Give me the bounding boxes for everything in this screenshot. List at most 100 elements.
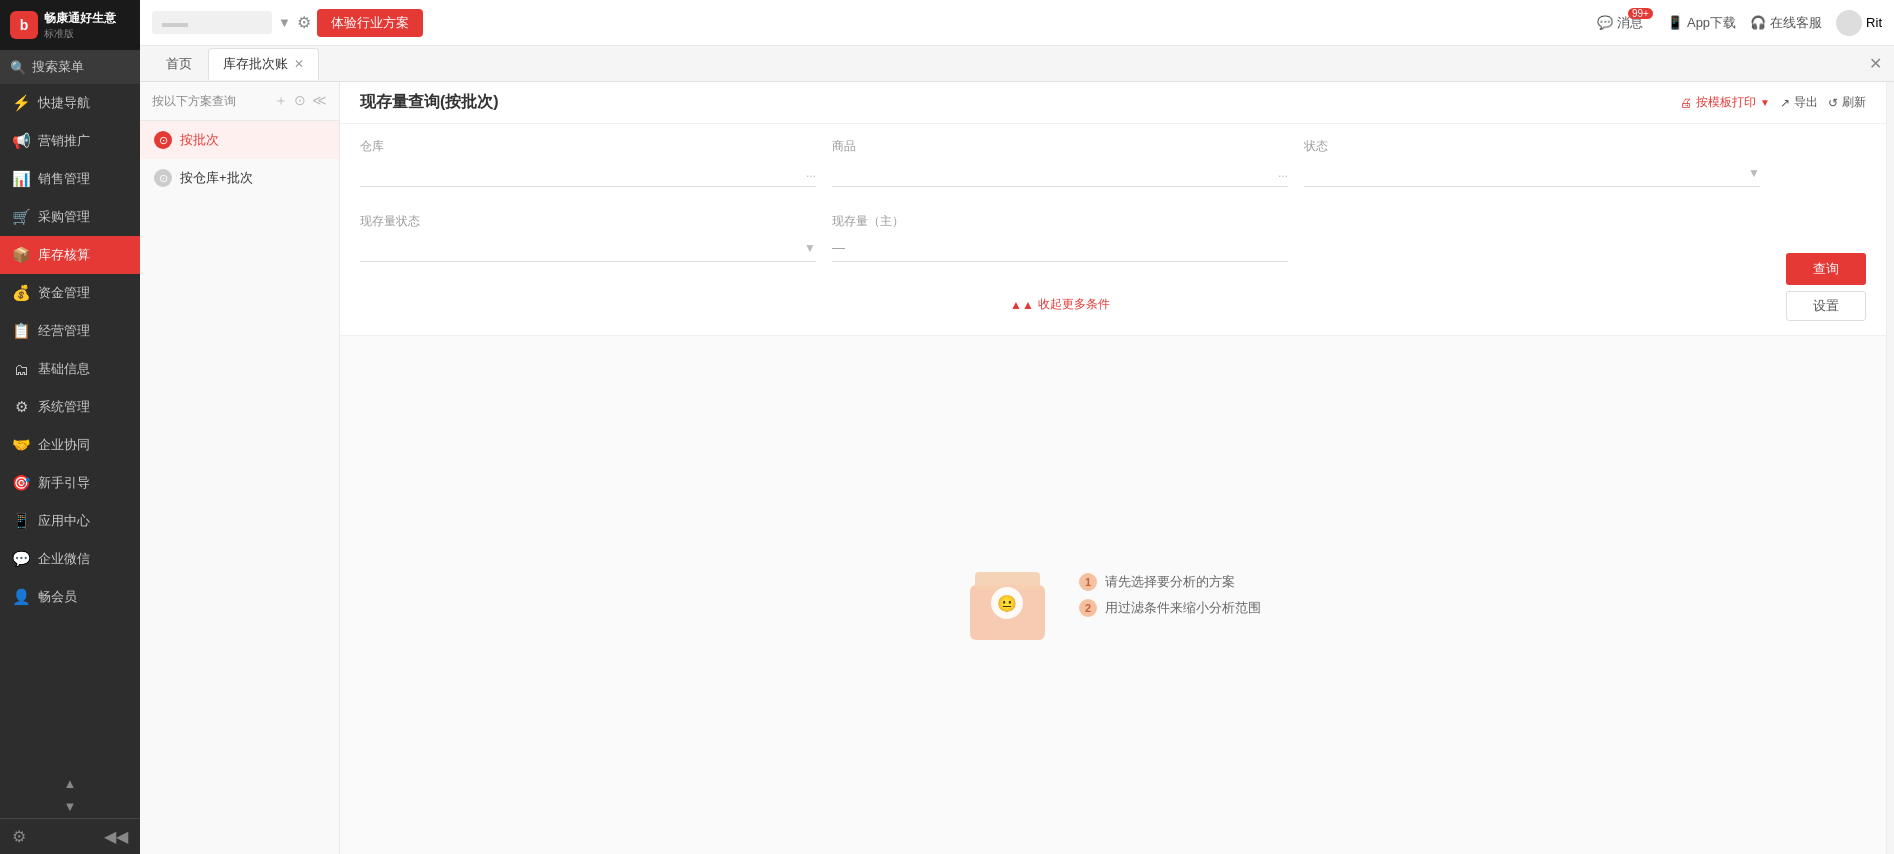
sidebar-item-inventory[interactable]: 📦 库存核算 bbox=[0, 236, 140, 274]
system-icon: ⚙ bbox=[12, 398, 30, 416]
query-btn[interactable]: 查询 bbox=[1786, 253, 1866, 285]
topbar: ▬▬ ▼ ⚙ 体验行业方案 💬 消息 99+ 📱 App下载 🎧 在线客服 Ri bbox=[140, 0, 1894, 46]
right-scrollbar[interactable] bbox=[1886, 82, 1894, 854]
sidebar-item-enterprise[interactable]: 🤝 企业协同 bbox=[0, 426, 140, 464]
sidebar-item-member[interactable]: 👤 畅会员 bbox=[0, 578, 140, 616]
experience-btn[interactable]: 体验行业方案 bbox=[317, 9, 423, 37]
tab-close-btn[interactable]: ✕ bbox=[294, 57, 304, 71]
empty-illustration: 😐 bbox=[965, 550, 1055, 640]
warehouse-input-wrap[interactable]: ... bbox=[360, 159, 816, 187]
sidebar: b 畅康通好生意 标准版 🔍 搜索菜单 ⚡ 快捷导航 📢 营销推广 📊 销售管理… bbox=[0, 0, 140, 854]
online-service-btn[interactable]: 🎧 在线客服 bbox=[1750, 14, 1822, 32]
sales-icon: 📊 bbox=[12, 170, 30, 188]
export-btn[interactable]: ↗ 导出 bbox=[1780, 94, 1818, 111]
messages-btn[interactable]: 💬 消息 99+ bbox=[1597, 14, 1643, 32]
app-logo: b bbox=[10, 11, 38, 39]
sidebar-scroll-up[interactable]: ▲ bbox=[0, 772, 140, 795]
sidebar-item-app-center[interactable]: 📱 应用中心 bbox=[0, 502, 140, 540]
sidebar-header: b 畅康通好生意 标准版 bbox=[0, 0, 140, 50]
sidebar-item-newbie[interactable]: 🎯 新手引导 bbox=[0, 464, 140, 502]
download-icon: 📱 bbox=[1667, 15, 1683, 30]
topbar-search-box[interactable]: ▬▬ bbox=[152, 11, 272, 34]
plan-dot-active: ⊙ bbox=[154, 131, 172, 149]
inventory-status-input-wrap[interactable]: ▼ bbox=[360, 234, 816, 262]
print-btn[interactable]: 🖨 按模板打印 ▼ bbox=[1680, 94, 1770, 111]
filter-product: 商品 ... bbox=[832, 138, 1288, 187]
empty-svg: 😐 bbox=[965, 550, 1055, 650]
right-panel: 现存量查询(按批次) 🖨 按模板打印 ▼ ↗ 导出 ↺ 刷新 bbox=[340, 82, 1886, 854]
plan-dot-inactive: ⊙ bbox=[154, 169, 172, 187]
inventory-icon: 📦 bbox=[12, 246, 30, 264]
sidebar-nav: ⚡ 快捷导航 📢 营销推广 📊 销售管理 🛒 采购管理 📦 库存核算 💰 资金管… bbox=[0, 84, 140, 772]
refresh-btn[interactable]: ↺ 刷新 bbox=[1828, 94, 1866, 111]
topbar-gear-icon[interactable]: ⚙ bbox=[297, 13, 311, 32]
topbar-search-icon: ▬▬ bbox=[162, 15, 188, 30]
empty-tip-2: 2 用过滤条件来缩小分析范围 bbox=[1079, 599, 1261, 617]
manage-plan-icon[interactable]: ⊙ bbox=[294, 92, 306, 110]
collapse-bar[interactable]: ▲▲ 收起更多条件 bbox=[360, 288, 1760, 321]
sidebar-item-operations[interactable]: 📋 经营管理 bbox=[0, 312, 140, 350]
page-title: 现存量查询(按批次) bbox=[360, 92, 499, 113]
sidebar-item-basics[interactable]: 🗂 基础信息 bbox=[0, 350, 140, 388]
collapse-icon: ▲▲ bbox=[1010, 298, 1034, 312]
topbar-dropdown-arrow[interactable]: ▼ bbox=[278, 15, 291, 30]
status-dropdown-arrow[interactable]: ▼ bbox=[1748, 166, 1760, 180]
inventory-status-arrow[interactable]: ▼ bbox=[804, 241, 816, 255]
purchase-icon: 🛒 bbox=[12, 208, 30, 226]
sidebar-title: 畅康通好生意 标准版 bbox=[44, 10, 116, 41]
tab-batch-account[interactable]: 库存批次账 ✕ bbox=[208, 48, 319, 80]
topbar-right: 💬 消息 99+ 📱 App下载 🎧 在线客服 Rit bbox=[1597, 10, 1882, 36]
product-input-wrap[interactable]: ... bbox=[832, 159, 1288, 187]
sidebar-item-marketing[interactable]: 📢 营销推广 bbox=[0, 122, 140, 160]
sidebar-item-sales[interactable]: 📊 销售管理 bbox=[0, 160, 140, 198]
left-panel-header: 按以下方案查询 ＋ ⊙ ≪ bbox=[140, 82, 339, 121]
enterprise-icon: 🤝 bbox=[12, 436, 30, 454]
sidebar-footer: ⚙ ◀◀ bbox=[0, 818, 140, 854]
filter-warehouse: 仓库 ... bbox=[360, 138, 816, 187]
product-dots[interactable]: ... bbox=[1278, 166, 1288, 180]
user-avatar bbox=[1836, 10, 1862, 36]
plan-item-warehouse-batch[interactable]: ⊙ 按仓库+批次 bbox=[140, 159, 339, 197]
settings-btn[interactable]: 设置 bbox=[1786, 291, 1866, 321]
inventory-qty-input-wrap[interactable]: — bbox=[832, 234, 1288, 262]
filter-inventory-status: 现存量状态 ▼ bbox=[360, 213, 816, 262]
enterprise-wechat-icon: 💬 bbox=[12, 550, 30, 568]
sidebar-scroll-down[interactable]: ▼ bbox=[0, 795, 140, 818]
empty-tips: 1 请先选择要分析的方案 2 用过滤条件来缩小分析范围 bbox=[1079, 573, 1261, 617]
main-area: ▬▬ ▼ ⚙ 体验行业方案 💬 消息 99+ 📱 App下载 🎧 在线客服 Ri bbox=[140, 0, 1894, 854]
page-header: 现存量查询(按批次) 🖨 按模板打印 ▼ ↗ 导出 ↺ 刷新 bbox=[340, 82, 1886, 124]
user-menu[interactable]: Rit bbox=[1836, 10, 1882, 36]
status-input-wrap[interactable]: ▼ bbox=[1304, 159, 1760, 187]
print-dropdown-icon[interactable]: ▼ bbox=[1760, 97, 1770, 108]
marketing-icon: 📢 bbox=[12, 132, 30, 150]
filter-row-1: 仓库 ... 商品 ... bbox=[360, 138, 1760, 187]
sidebar-item-finance[interactable]: 💰 资金管理 bbox=[0, 274, 140, 312]
plan-item-batch[interactable]: ⊙ 按批次 bbox=[140, 121, 339, 159]
sidebar-search-menu[interactable]: 🔍 搜索菜单 bbox=[0, 50, 140, 84]
app-download-btn[interactable]: 📱 App下载 bbox=[1667, 14, 1736, 32]
newbie-icon: 🎯 bbox=[12, 474, 30, 492]
sidebar-item-purchase[interactable]: 🛒 采购管理 bbox=[0, 198, 140, 236]
filter-status: 状态 ▼ bbox=[1304, 138, 1760, 187]
search-icon: 🔍 bbox=[10, 60, 26, 75]
warehouse-dots[interactable]: ... bbox=[806, 166, 816, 180]
add-plan-icon[interactable]: ＋ bbox=[274, 92, 288, 110]
settings-icon[interactable]: ⚙ bbox=[12, 827, 26, 846]
collapse-left-panel-icon[interactable]: ≪ bbox=[312, 92, 327, 110]
tabs-bar: 首页 库存批次账 ✕ ✕ bbox=[140, 46, 1894, 82]
sidebar-item-system[interactable]: ⚙ 系统管理 bbox=[0, 388, 140, 426]
member-icon: 👤 bbox=[12, 588, 30, 606]
empty-tip-1: 1 请先选择要分析的方案 bbox=[1079, 573, 1261, 591]
sidebar-item-quick-nav[interactable]: ⚡ 快捷导航 bbox=[0, 84, 140, 122]
collapse-sidebar-icon[interactable]: ◀◀ bbox=[104, 827, 128, 846]
basics-icon: 🗂 bbox=[12, 360, 30, 378]
tab-home[interactable]: 首页 bbox=[152, 48, 206, 80]
sidebar-item-enterprise-wechat[interactable]: 💬 企业微信 bbox=[0, 540, 140, 578]
tabs-close-all-btn[interactable]: ✕ bbox=[1869, 54, 1882, 73]
headset-icon: 🎧 bbox=[1750, 15, 1766, 30]
filter-inventory-qty: 现存量（主） — bbox=[832, 213, 1288, 262]
operations-icon: 📋 bbox=[12, 322, 30, 340]
empty-state: 😐 1 请先选择要分析的方案 2 用过滤条件来缩小分析范围 bbox=[340, 336, 1886, 854]
export-icon: ↗ bbox=[1780, 96, 1790, 110]
refresh-icon: ↺ bbox=[1828, 96, 1838, 110]
